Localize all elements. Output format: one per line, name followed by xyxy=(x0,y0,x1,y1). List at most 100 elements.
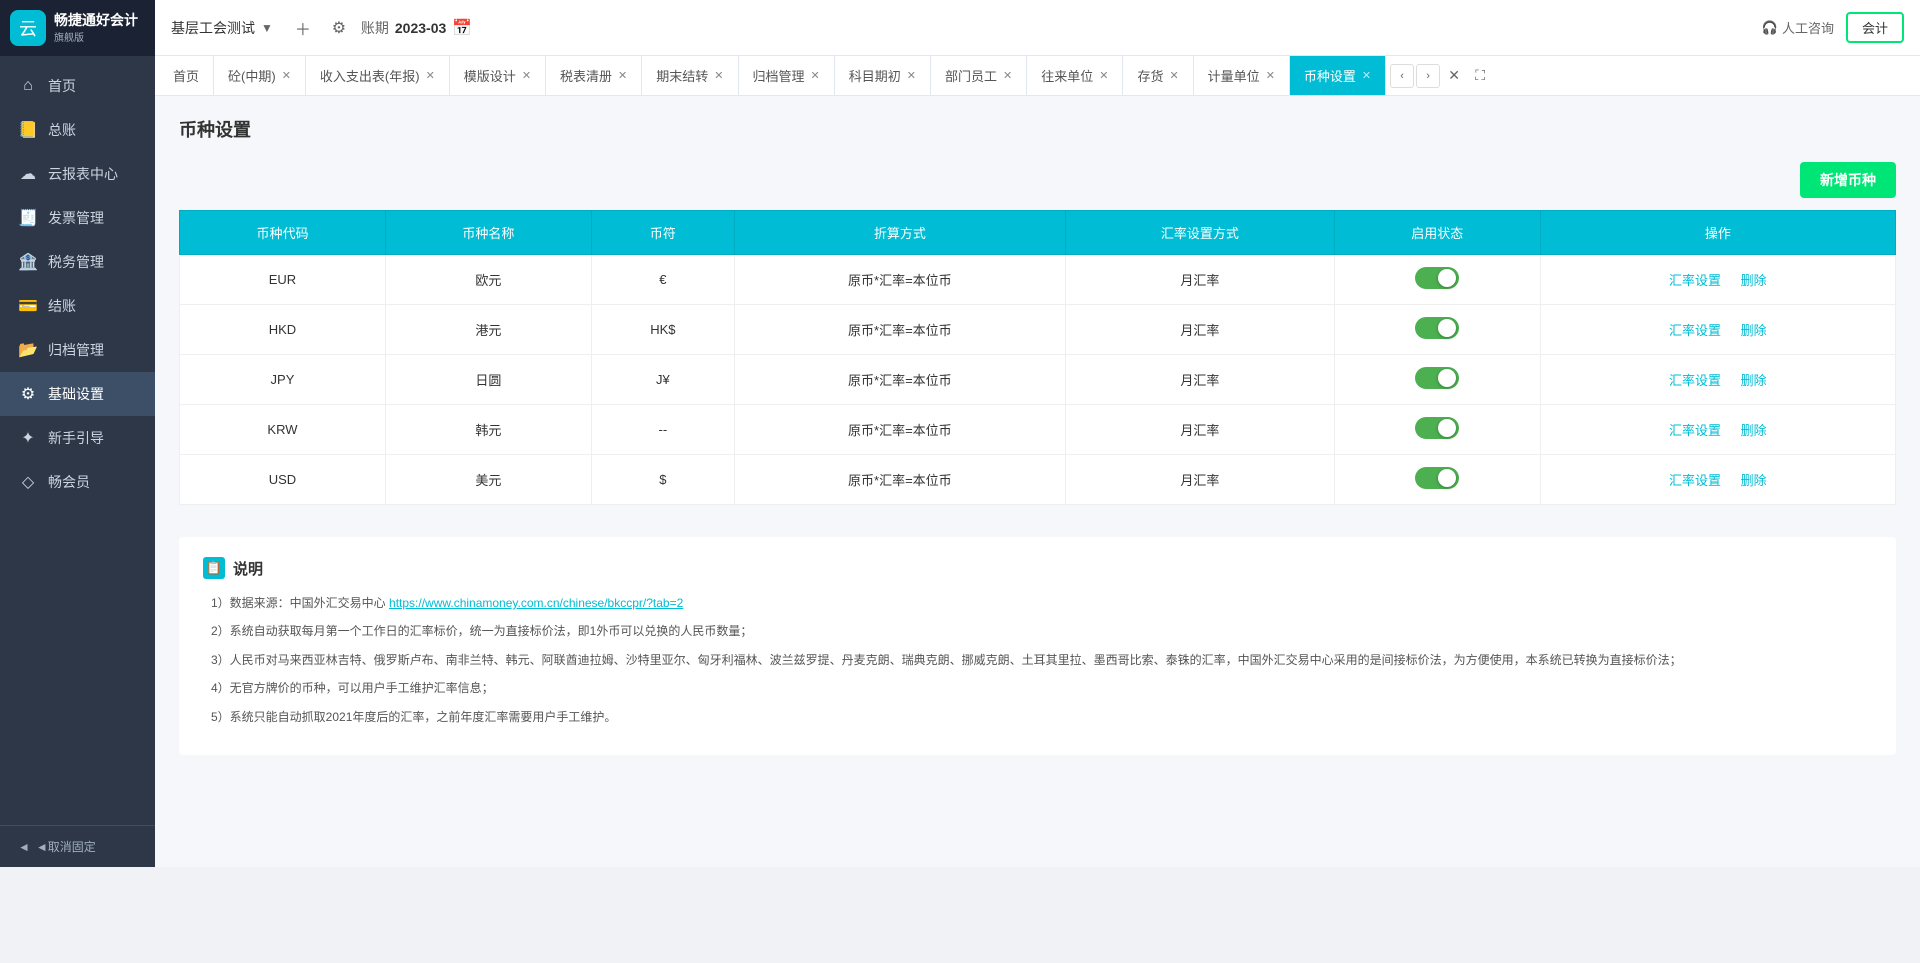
table-row: HKD 港元 HK$ 原币*汇率=本位币 月汇率 汇率设置 删除 xyxy=(180,305,1896,355)
notes-link[interactable]: https://www.chinamoney.com.cn/chinese/bk… xyxy=(389,596,683,610)
cell-code: KRW xyxy=(180,405,386,455)
tab-close-all-button[interactable]: ✕ xyxy=(1442,64,1466,88)
tab-prev-button[interactable]: ‹ xyxy=(1390,64,1414,88)
period-label: 账期 xyxy=(361,18,389,38)
tab-department[interactable]: 部门员工 ✕ xyxy=(931,56,1027,96)
sidebar-item-settle[interactable]: 💳 结账 xyxy=(0,284,155,328)
sidebar-item-member[interactable]: ◇ 畅会员 xyxy=(0,460,155,504)
cell-rate-type: 月汇率 xyxy=(1065,305,1334,355)
delete-link-KRW[interactable]: 删除 xyxy=(1741,423,1767,438)
tab-unit[interactable]: 计量单位 ✕ xyxy=(1194,56,1290,96)
tab-subjects[interactable]: 科目期初 ✕ xyxy=(835,56,931,96)
calendar-icon[interactable]: 📅 xyxy=(452,18,472,38)
currency-table: 币种代码 币种名称 币符 折算方式 汇率设置方式 启用状态 操作 EUR 欧元 … xyxy=(179,210,1896,505)
tab-annual-close[interactable]: ✕ xyxy=(426,69,435,82)
cell-actions: 汇率设置 删除 xyxy=(1540,405,1895,455)
cell-code: HKD xyxy=(180,305,386,355)
rate-setting-link-KRW[interactable]: 汇率设置 xyxy=(1669,423,1721,438)
tab-template[interactable]: 模版设计 ✕ xyxy=(450,56,546,96)
main-content: 币种设置 新增币种 币种代码 币种名称 币符 折算方式 汇率设置方式 启用状态 … xyxy=(155,96,1920,867)
sidebar-item-reports[interactable]: ☁ 云报表中心 xyxy=(0,152,155,196)
tab-tax-close[interactable]: ✕ xyxy=(618,69,627,82)
toggle-track[interactable] xyxy=(1415,317,1459,339)
sidebar-item-ledger[interactable]: 📒 总账 xyxy=(0,108,155,152)
topbar-actions: ＋ ⚙ xyxy=(289,14,353,42)
delete-link-JPY[interactable]: 删除 xyxy=(1741,373,1767,388)
cell-actions: 汇率设置 删除 xyxy=(1540,455,1895,505)
tab-currency-close[interactable]: ✕ xyxy=(1362,69,1371,82)
toggle-thumb xyxy=(1438,469,1456,487)
tab-currency[interactable]: 币种设置 ✕ xyxy=(1290,56,1386,96)
rate-setting-link-USD[interactable]: 汇率设置 xyxy=(1669,473,1721,488)
cell-symbol: € xyxy=(591,255,734,305)
notes-item: 3）人民币对马来西亚林吉特、俄罗斯卢布、南非兰特、韩元、阿联酋迪拉姆、沙特里亚尔… xyxy=(211,650,1872,670)
sidebar-item-guide[interactable]: ✦ 新手引导 xyxy=(0,416,155,460)
toggle-KRW[interactable] xyxy=(1415,417,1459,439)
new-currency-button[interactable]: 新增币种 xyxy=(1800,162,1896,198)
project-dropdown-icon: ▼ xyxy=(261,21,273,35)
sidebar-item-home[interactable]: ⌂ 首页 xyxy=(0,64,155,108)
project-selector[interactable]: 基层工会测试 ▼ xyxy=(171,18,273,38)
rate-setting-link-EUR[interactable]: 汇率设置 xyxy=(1669,273,1721,288)
tab-home[interactable]: 首页 xyxy=(159,56,214,96)
tab-template-close[interactable]: ✕ xyxy=(522,69,531,82)
cell-actions: 汇率设置 删除 xyxy=(1540,305,1895,355)
table-row: USD 美元 $ 原币*汇率=本位币 月汇率 汇率设置 删除 xyxy=(180,455,1896,505)
rate-setting-link-HKD[interactable]: 汇率设置 xyxy=(1669,323,1721,338)
tab-department-close[interactable]: ✕ xyxy=(1003,69,1012,82)
action-bar: 新增币种 xyxy=(179,162,1896,198)
archive-icon: 📂 xyxy=(18,340,38,360)
sidebar-item-archive[interactable]: 📂 归档管理 xyxy=(0,328,155,372)
tab-annual[interactable]: 收入支出表(年报) ✕ xyxy=(306,56,450,96)
cell-enabled xyxy=(1334,455,1540,505)
service-button[interactable]: 🎧 人工咨询 xyxy=(1762,18,1834,37)
tab-archive[interactable]: 归档管理 ✕ xyxy=(739,56,835,96)
pin-icon: ◄ xyxy=(18,840,30,854)
tab-interim[interactable]: 砼(中期) ✕ xyxy=(214,56,306,96)
sidebar-item-settings[interactable]: ⚙ 基础设置 xyxy=(0,372,155,416)
toggle-track[interactable] xyxy=(1415,267,1459,289)
topbar-right: 🎧 人工咨询 会计 xyxy=(1762,12,1904,43)
toggle-track[interactable] xyxy=(1415,417,1459,439)
tab-clients[interactable]: 往来单位 ✕ xyxy=(1027,56,1123,96)
tab-tax[interactable]: 税表清册 ✕ xyxy=(546,56,642,96)
tab-interim-close[interactable]: ✕ xyxy=(282,69,291,82)
cell-enabled xyxy=(1334,255,1540,305)
sidebar-item-tax[interactable]: 🏦 税务管理 xyxy=(0,240,155,284)
delete-link-USD[interactable]: 删除 xyxy=(1741,473,1767,488)
tab-expand-button[interactable]: ⛶ xyxy=(1468,64,1492,88)
toggle-HKD[interactable] xyxy=(1415,317,1459,339)
cell-actions: 汇率设置 删除 xyxy=(1540,355,1895,405)
tab-period-end[interactable]: 期末结转 ✕ xyxy=(642,56,738,96)
sidebar-pin-toggle[interactable]: ◄ ◄取消固定 xyxy=(0,825,155,867)
tab-next-button[interactable]: › xyxy=(1416,64,1440,88)
tab-period-end-close[interactable]: ✕ xyxy=(714,69,723,82)
notes-title-text: 说明 xyxy=(233,558,263,579)
tab-archive-close[interactable]: ✕ xyxy=(811,69,820,82)
tab-inventory-label: 存货 xyxy=(1137,66,1163,85)
delete-link-EUR[interactable]: 删除 xyxy=(1741,273,1767,288)
toggle-USD[interactable] xyxy=(1415,467,1459,489)
project-name: 基层工会测试 xyxy=(171,18,255,38)
tab-inventory-close[interactable]: ✕ xyxy=(1169,69,1178,82)
settings-button[interactable]: ⚙ xyxy=(325,14,353,42)
toggle-JPY[interactable] xyxy=(1415,367,1459,389)
cell-name: 日圆 xyxy=(385,355,591,405)
tab-subjects-close[interactable]: ✕ xyxy=(907,69,916,82)
sidebar-item-invoice[interactable]: 🧾 发票管理 xyxy=(0,196,155,240)
notes-item: 1）数据来源：中国外汇交易中心 https://www.chinamoney.c… xyxy=(211,593,1872,613)
tab-clients-close[interactable]: ✕ xyxy=(1099,69,1108,82)
toggle-EUR[interactable] xyxy=(1415,267,1459,289)
rate-setting-link-JPY[interactable]: 汇率设置 xyxy=(1669,373,1721,388)
delete-link-HKD[interactable]: 删除 xyxy=(1741,323,1767,338)
toggle-track[interactable] xyxy=(1415,367,1459,389)
add-project-button[interactable]: ＋ xyxy=(289,14,317,42)
th-name: 币种名称 xyxy=(385,211,591,255)
headset-icon: 🎧 xyxy=(1762,20,1778,36)
tab-unit-close[interactable]: ✕ xyxy=(1266,69,1275,82)
user-role-button[interactable]: 会计 xyxy=(1846,12,1904,43)
toggle-track[interactable] xyxy=(1415,467,1459,489)
tab-annual-label: 收入支出表(年报) xyxy=(320,66,420,85)
tab-inventory[interactable]: 存货 ✕ xyxy=(1123,56,1193,96)
member-icon: ◇ xyxy=(18,472,38,492)
